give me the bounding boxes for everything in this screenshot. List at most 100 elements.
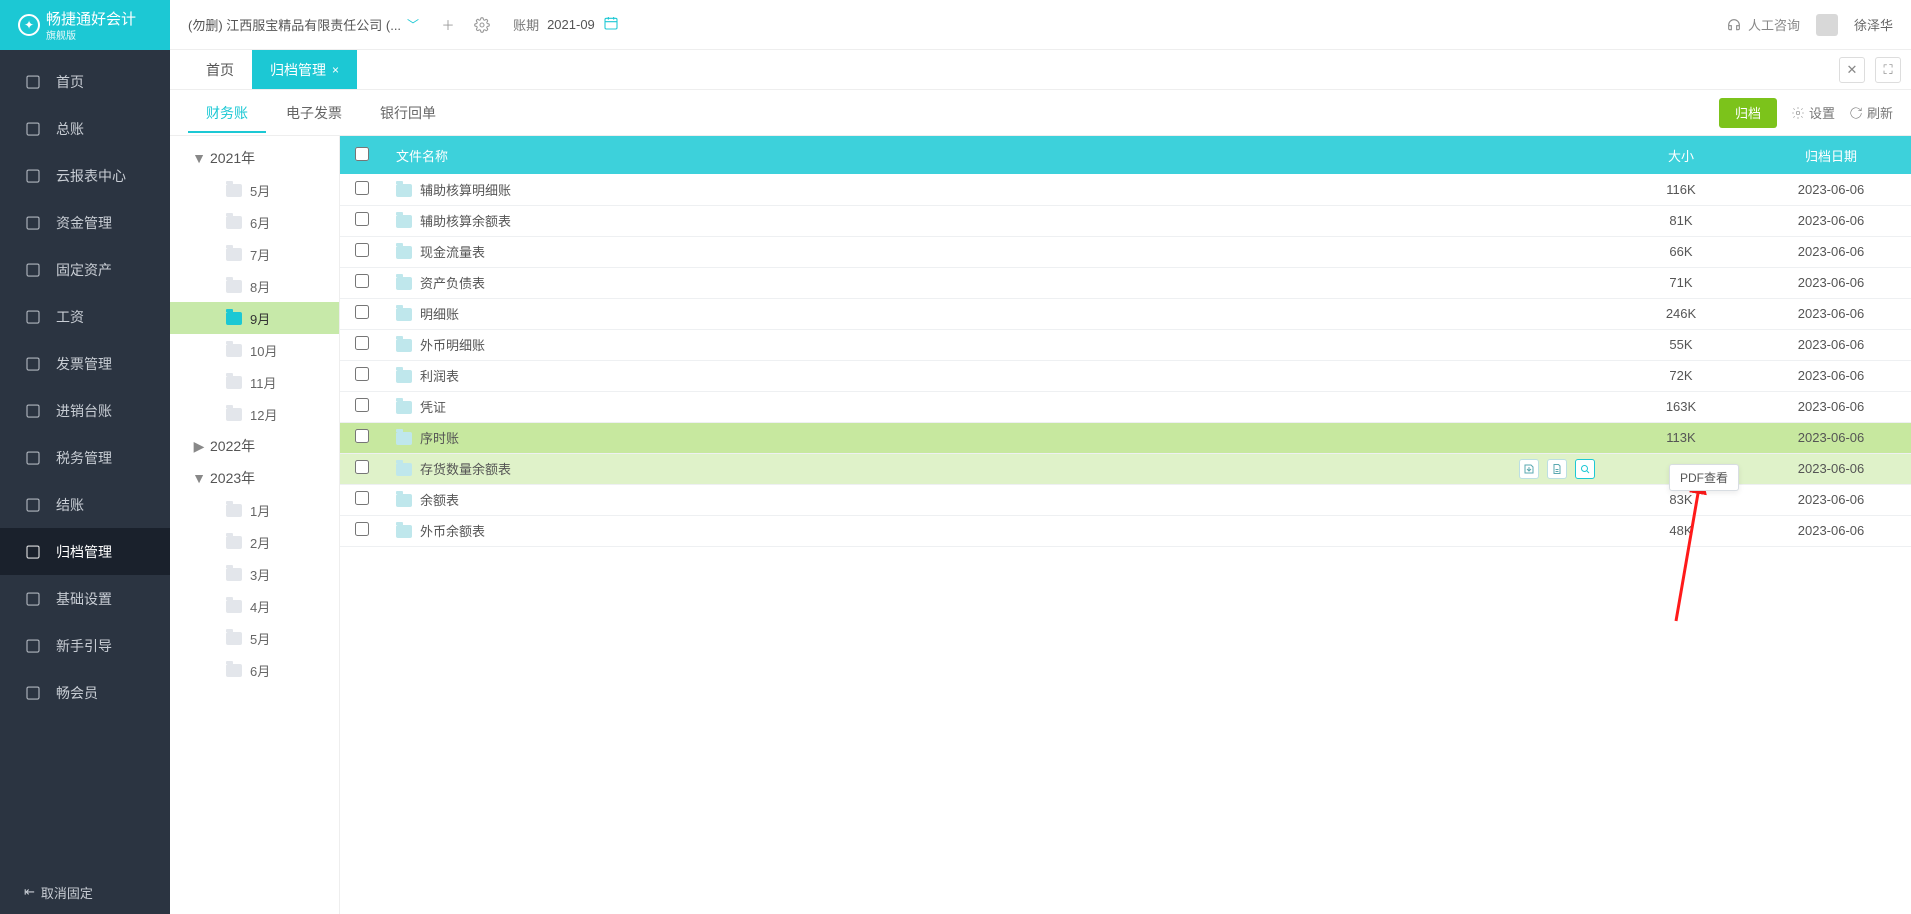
view-pdf-icon[interactable]: [1575, 459, 1595, 479]
nav-label: 总账: [56, 119, 84, 139]
tab-close-all[interactable]: ✕: [1839, 57, 1865, 83]
table-row[interactable]: 利润表72K2023-06-06: [340, 360, 1911, 391]
tab-archive[interactable]: 归档管理 ×: [252, 50, 357, 89]
cell-name: 外币明细账: [384, 329, 1611, 360]
download-excel-icon[interactable]: [1519, 459, 1539, 479]
cell-size: 81K: [1611, 205, 1751, 236]
row-checkbox[interactable]: [355, 460, 369, 474]
row-checkbox[interactable]: [355, 429, 369, 443]
plus-icon[interactable]: ＋: [439, 16, 457, 34]
sidebar-item-6[interactable]: 发票管理: [0, 340, 170, 387]
sidebar-item-11[interactable]: 基础设置: [0, 575, 170, 622]
sidebar-item-7[interactable]: 进销台账: [0, 387, 170, 434]
row-checkbox[interactable]: [355, 336, 369, 350]
tab-home[interactable]: 首页: [188, 50, 252, 89]
sidebar-item-5[interactable]: 工资: [0, 293, 170, 340]
settings-button[interactable]: 设置: [1791, 103, 1835, 122]
calendar-icon[interactable]: [603, 15, 619, 34]
tree-month[interactable]: 4月: [170, 590, 339, 622]
subtab-0[interactable]: 财务账: [188, 93, 266, 133]
sidebar-item-13[interactable]: 畅会员: [0, 669, 170, 716]
row-checkbox[interactable]: [355, 491, 369, 505]
tree-year[interactable]: ▼2021年: [170, 142, 339, 174]
company-name: (勿删) 江西服宝精品有限责任公司 (...: [188, 15, 401, 34]
period-value[interactable]: 2021-09: [547, 17, 595, 32]
row-checkbox[interactable]: [355, 212, 369, 226]
sidebar-item-0[interactable]: 首页: [0, 58, 170, 105]
nav-icon: [24, 684, 42, 702]
tab-home-label: 首页: [206, 60, 234, 80]
table-row[interactable]: 辅助核算余额表81K2023-06-06: [340, 205, 1911, 236]
checkbox-all[interactable]: [355, 147, 369, 161]
nav-icon: [24, 167, 42, 185]
row-checkbox[interactable]: [355, 181, 369, 195]
refresh-icon: [1849, 106, 1863, 120]
table-row[interactable]: 现金流量表66K2023-06-06: [340, 236, 1911, 267]
company-selector[interactable]: (勿删) 江西服宝精品有限责任公司 (... ﹀: [188, 15, 419, 34]
tree-month[interactable]: 8月: [170, 270, 339, 302]
caret-icon: ▼: [192, 470, 206, 486]
folder-icon: [226, 184, 242, 197]
row-checkbox[interactable]: [355, 522, 369, 536]
tree-month[interactable]: 5月: [170, 174, 339, 206]
col-name: 文件名称: [384, 136, 1611, 174]
folder-icon: [396, 370, 412, 383]
download-pdf-icon[interactable]: [1547, 459, 1567, 479]
fullscreen-icon[interactable]: ⛶: [1875, 57, 1901, 83]
tree-month[interactable]: 6月: [170, 654, 339, 686]
tree-month[interactable]: 5月: [170, 622, 339, 654]
username[interactable]: 徐泽华: [1854, 15, 1893, 34]
cell-size: 48K: [1611, 515, 1751, 546]
headset-icon: [1726, 17, 1742, 33]
tabstrip: 首页 归档管理 × ✕ ⛶: [170, 50, 1911, 90]
row-checkbox[interactable]: [355, 305, 369, 319]
subtab-1[interactable]: 电子发票: [268, 93, 360, 133]
sidebar-item-12[interactable]: 新手引导: [0, 622, 170, 669]
consult-button[interactable]: 人工咨询: [1726, 15, 1800, 34]
tree-month[interactable]: 9月: [170, 302, 339, 334]
sidebar-item-3[interactable]: 资金管理: [0, 199, 170, 246]
cell-size: 71K: [1611, 267, 1751, 298]
tree-year[interactable]: ▼2023年: [170, 462, 339, 494]
gear-icon[interactable]: [473, 16, 491, 34]
tree-month[interactable]: 2月: [170, 526, 339, 558]
archive-button[interactable]: 归档: [1719, 98, 1777, 128]
file-table-wrap: 文件名称 大小 归档日期 辅助核算明细账116K2023-06-06辅助核算余额…: [340, 136, 1911, 914]
sidebar-item-10[interactable]: 归档管理: [0, 528, 170, 575]
brand-name: 畅捷通好会计: [46, 8, 136, 29]
subtab-2[interactable]: 银行回单: [362, 93, 454, 133]
tree-month[interactable]: 7月: [170, 238, 339, 270]
nav-icon: [24, 308, 42, 326]
cell-date: 2023-06-06: [1751, 484, 1911, 515]
nav-icon: [24, 590, 42, 608]
tree-month[interactable]: 10月: [170, 334, 339, 366]
table-row[interactable]: 序时账113K2023-06-06: [340, 422, 1911, 453]
folder-icon: [226, 216, 242, 229]
table-row[interactable]: 外币余额表48K2023-06-06: [340, 515, 1911, 546]
table-row[interactable]: 辅助核算明细账116K2023-06-06: [340, 174, 1911, 205]
tree-month[interactable]: 3月: [170, 558, 339, 590]
nav-label: 云报表中心: [56, 166, 126, 186]
row-checkbox[interactable]: [355, 367, 369, 381]
tree-year[interactable]: ▶2022年: [170, 430, 339, 462]
table-row[interactable]: 明细账246K2023-06-06: [340, 298, 1911, 329]
sidebar-item-2[interactable]: 云报表中心: [0, 152, 170, 199]
sidebar-unpin[interactable]: ⇤ 取消固定: [0, 870, 170, 914]
close-icon[interactable]: ×: [332, 63, 339, 77]
tree-month[interactable]: 1月: [170, 494, 339, 526]
sidebar-item-4[interactable]: 固定资产: [0, 246, 170, 293]
sidebar-item-9[interactable]: 结账: [0, 481, 170, 528]
avatar[interactable]: [1816, 14, 1838, 36]
refresh-button[interactable]: 刷新: [1849, 103, 1893, 122]
row-checkbox[interactable]: [355, 274, 369, 288]
table-row[interactable]: 凭证163K2023-06-06: [340, 391, 1911, 422]
row-checkbox[interactable]: [355, 398, 369, 412]
row-checkbox[interactable]: [355, 243, 369, 257]
tree-month[interactable]: 6月: [170, 206, 339, 238]
sidebar-item-1[interactable]: 总账: [0, 105, 170, 152]
tree-month[interactable]: 12月: [170, 398, 339, 430]
table-row[interactable]: 资产负债表71K2023-06-06: [340, 267, 1911, 298]
table-row[interactable]: 外币明细账55K2023-06-06: [340, 329, 1911, 360]
tree-month[interactable]: 11月: [170, 366, 339, 398]
sidebar-item-8[interactable]: 税务管理: [0, 434, 170, 481]
